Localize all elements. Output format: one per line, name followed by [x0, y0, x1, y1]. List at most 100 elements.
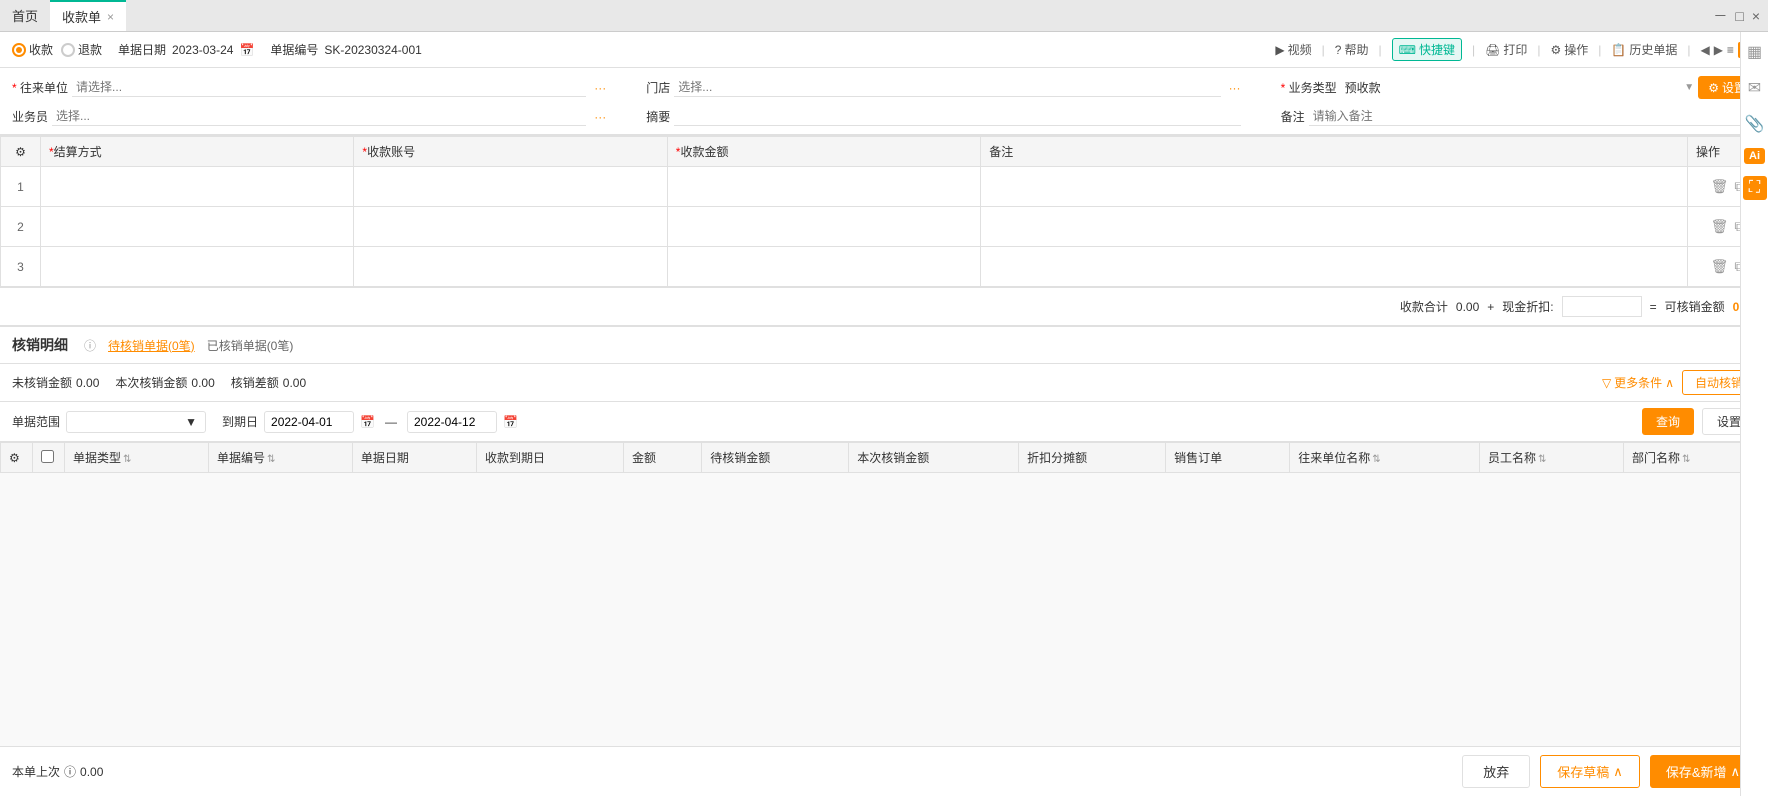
- filter-row: 单据范围 ▼ 到期日 📅 — 📅 查询 设置: [0, 402, 1768, 442]
- row-payment-3[interactable]: [41, 247, 354, 287]
- summary-label: 摘要: [646, 108, 670, 125]
- minimize-btn[interactable]: －: [1713, 6, 1727, 26]
- email-sidebar-icon[interactable]: ✉: [1743, 76, 1767, 100]
- video-btn[interactable]: ▶ 视频: [1275, 41, 1311, 58]
- receipt-table-area: ⚙ *结算方式 *收款账号 *收款金额 备注 操作 1: [0, 135, 1768, 287]
- ai-badge[interactable]: Ai: [1744, 148, 1765, 164]
- row-payment-1[interactable]: [41, 167, 354, 207]
- bottom-col-checkbox[interactable]: [33, 443, 65, 473]
- row-remark-1[interactable]: [981, 167, 1688, 207]
- counterpart-label: * 往来单位: [12, 79, 68, 96]
- last-value: 0.00: [80, 765, 103, 779]
- writeoff-info-icon[interactable]: ⓘ: [84, 337, 96, 354]
- radio-return-label: 退款: [78, 41, 102, 58]
- date-to-icon[interactable]: 📅: [503, 415, 518, 429]
- maximize-btn[interactable]: □: [1735, 8, 1743, 24]
- radio-receipt-label: 收款: [29, 41, 53, 58]
- diff-value: 0.00: [283, 376, 306, 390]
- pending-tab[interactable]: 待核销单据(0笔): [108, 337, 195, 354]
- more-conditions-btn[interactable]: ▽ 更多条件 ∧: [1602, 374, 1674, 391]
- date-to-input[interactable]: [407, 411, 497, 433]
- row-payment-2[interactable]: [41, 207, 354, 247]
- summary-input[interactable]: [674, 107, 1240, 126]
- expand-sidebar-icon[interactable]: ⛶: [1743, 176, 1767, 200]
- col-account-header: *收款账号: [354, 137, 667, 167]
- chevron-up-icon: ∧: [1665, 376, 1674, 390]
- next-btn[interactable]: ▶: [1714, 43, 1723, 57]
- summary-field: 摘要: [646, 107, 1240, 126]
- tab-close-icon[interactable]: ×: [107, 10, 114, 24]
- bottom-col-pending: 待核销金额: [702, 443, 849, 473]
- range-select[interactable]: ▼: [66, 411, 206, 433]
- operation-btn[interactable]: ⚙ 操作: [1550, 41, 1588, 58]
- date-from-icon[interactable]: 📅: [360, 415, 375, 429]
- abandon-btn[interactable]: 放弃: [1462, 755, 1530, 788]
- done-tab[interactable]: 已核销单据(0笔): [207, 337, 294, 354]
- store-more-icon[interactable]: ···: [1229, 81, 1241, 95]
- footer-info-icon[interactable]: ⓘ: [64, 763, 76, 780]
- row-remark-2[interactable]: [981, 207, 1688, 247]
- calendar-icon[interactable]: 📅: [239, 43, 254, 57]
- list-icon[interactable]: ≡: [1727, 43, 1734, 57]
- range-label: 单据范围: [12, 413, 60, 430]
- tab-home[interactable]: 首页: [0, 0, 50, 31]
- prev-btn[interactable]: ◀: [1700, 43, 1709, 57]
- row-amount-2[interactable]: [667, 207, 980, 247]
- table-row: 3 🗑 ⧉: [1, 247, 1768, 287]
- radio-receipt[interactable]: 收款: [12, 41, 53, 58]
- save-label: 保存&新增: [1666, 762, 1727, 781]
- video-label: 视频: [1288, 41, 1312, 58]
- discount-input[interactable]: [1562, 296, 1642, 317]
- col-settings-header[interactable]: ⚙: [1, 137, 41, 167]
- counterpart-field: * 往来单位 ···: [12, 78, 606, 97]
- print-btn[interactable]: 🖨 打印: [1485, 41, 1527, 58]
- salesperson-more-icon[interactable]: ···: [594, 110, 606, 124]
- history-label: 历史单据: [1629, 41, 1677, 58]
- bottom-col-settings[interactable]: ⚙: [1, 443, 33, 473]
- counterpart-input[interactable]: [72, 78, 586, 97]
- draft-btn[interactable]: 保存草稿 ∧: [1540, 755, 1640, 788]
- row-amount-3[interactable]: [667, 247, 980, 287]
- row-account-1[interactable]: [354, 167, 667, 207]
- range-chevron: ▼: [185, 415, 197, 429]
- business-type-chevron[interactable]: ▼: [1684, 82, 1694, 93]
- date-label: 单据日期: [118, 41, 166, 58]
- row-account-3[interactable]: [354, 247, 667, 287]
- row-remark-3[interactable]: [981, 247, 1688, 287]
- table-row: 2 🗑 ⧉: [1, 207, 1768, 247]
- due-date-label: 到期日: [222, 413, 258, 430]
- row-amount-1[interactable]: [667, 167, 980, 207]
- select-all-checkbox[interactable]: [41, 450, 54, 463]
- row-account-2[interactable]: [354, 207, 667, 247]
- bottom-col-amount: 金额: [623, 443, 701, 473]
- discount-label: 现金折扣:: [1502, 298, 1553, 315]
- history-icon: 📋: [1611, 43, 1626, 57]
- query-btn[interactable]: 查询: [1642, 408, 1694, 435]
- equals-sign: =: [1650, 300, 1657, 314]
- remark-input[interactable]: [1309, 107, 1756, 126]
- right-sidebar: ▦ ✉ 📎 Ai ⛶: [1740, 32, 1768, 796]
- close-btn[interactable]: ×: [1752, 8, 1760, 24]
- help-btn[interactable]: ? 帮助: [1335, 41, 1369, 58]
- row-no-2: 2: [1, 207, 41, 247]
- delete-icon-1[interactable]: 🗑: [1711, 178, 1729, 195]
- delete-icon-3[interactable]: 🗑: [1711, 258, 1729, 275]
- filter-buttons: 查询 设置: [1642, 408, 1756, 435]
- shortcut-label: 快捷键: [1419, 41, 1455, 58]
- footer: 本单上次 ⓘ 0.00 放弃 保存草稿 ∧ 保存&新增 ∧: [0, 746, 1768, 796]
- table-sidebar-icon[interactable]: ▦: [1743, 40, 1767, 64]
- business-type-value: 预收款: [1341, 77, 1677, 98]
- store-input[interactable]: [674, 78, 1220, 97]
- tab-receipt[interactable]: 收款单 ×: [50, 0, 126, 31]
- radio-return[interactable]: 退款: [61, 41, 102, 58]
- business-type-label: * 业务类型: [1281, 79, 1337, 96]
- writeoff-section: 核销明细 ⓘ 待核销单据(0笔) 已核销单据(0笔) 未核销金额 0.00 本次…: [0, 325, 1768, 746]
- history-btn[interactable]: 📋 历史单据: [1611, 41, 1677, 58]
- date-from-input[interactable]: [264, 411, 354, 433]
- clip-sidebar-icon[interactable]: 📎: [1743, 112, 1767, 136]
- counterpart-more-icon[interactable]: ···: [594, 81, 606, 95]
- draft-chevron: ∧: [1613, 764, 1623, 780]
- salesperson-input[interactable]: [52, 107, 586, 126]
- shortcut-btn[interactable]: ⌨ 快捷键: [1392, 38, 1462, 61]
- delete-icon-2[interactable]: 🗑: [1711, 218, 1729, 235]
